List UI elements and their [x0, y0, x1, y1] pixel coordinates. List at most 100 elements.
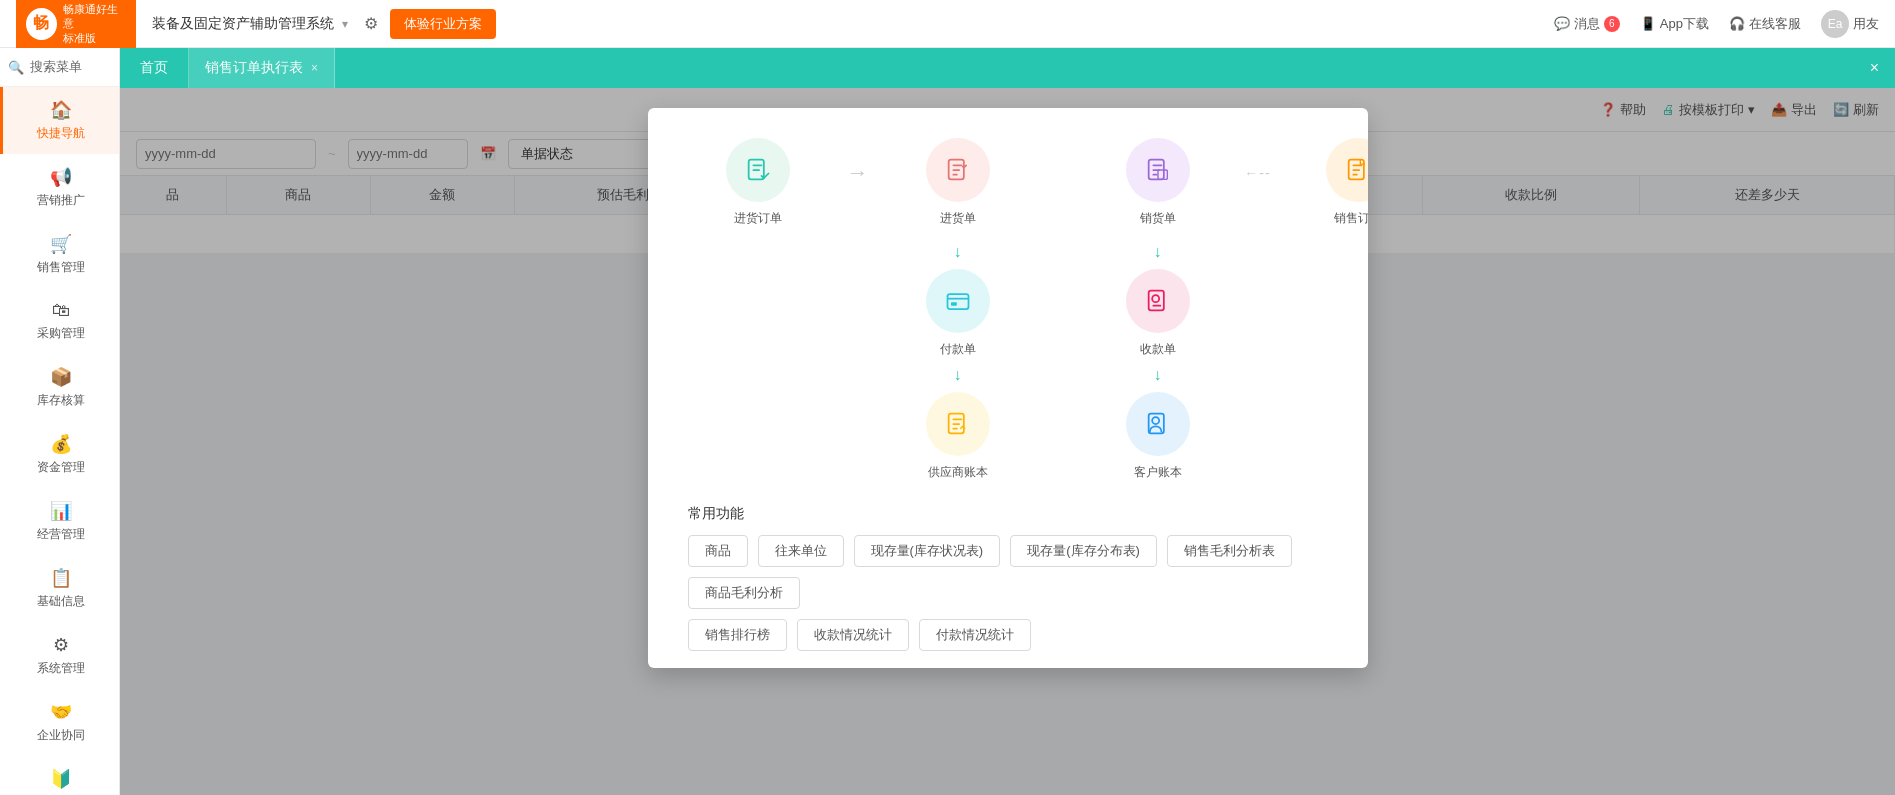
flow-item-supplier-account[interactable]: 供应商账本 — [888, 392, 1028, 481]
system-dropdown-icon[interactable]: ▾ — [342, 17, 348, 31]
message-badge: 6 — [1604, 16, 1620, 32]
main-layout: 🔍 搜索菜单 🏠 快捷导航 📢 营销推广 🛒 销售管理 🛍 采购管理 📦 库存核… — [0, 48, 1895, 795]
sidebar-item-quick-nav[interactable]: 🏠 快捷导航 — [0, 87, 119, 154]
arrow-po-to-pb: → — [828, 160, 888, 206]
basic-info-icon: 📋 — [50, 567, 72, 589]
top-header: 畅 畅康通好生意 标准版 装备及固定资产辅助管理系统 ▾ ⚙ 体验行业方案 💬 … — [0, 0, 1895, 48]
tab-close-icon[interactable]: × — [311, 61, 318, 75]
sidebar-item-inventory[interactable]: 📦 库存核算 — [0, 354, 119, 421]
app-download-button[interactable]: 📱 App下载 — [1640, 15, 1709, 33]
system-icon: ⚙ — [53, 634, 69, 656]
flow-item-purchase-order[interactable]: 进货订单 — [688, 138, 828, 227]
newbie-icon: 🔰 — [50, 768, 72, 790]
receipt-icon — [1126, 269, 1190, 333]
sidebar-item-sales[interactable]: 🛒 销售管理 — [0, 221, 119, 288]
app-download-icon: 📱 — [1640, 16, 1656, 31]
svg-rect-5 — [947, 294, 968, 309]
logo-area: 畅 畅康通好生意 标准版 — [16, 0, 136, 48]
sidebar-item-system[interactable]: ⚙ 系统管理 — [0, 622, 119, 689]
sales-order-label: 销售订单 — [1334, 210, 1368, 227]
sidebar-item-marketing[interactable]: 📢 营销推广 — [0, 154, 119, 221]
online-service-button[interactable]: 🎧 在线客服 — [1729, 15, 1801, 33]
modal-overlay[interactable]: 进货订单 → 进货单 — [120, 88, 1895, 795]
func-btn-3[interactable]: 现存量(库存分布表) — [1010, 535, 1157, 567]
sidebar-search[interactable]: 🔍 搜索菜单 — [0, 48, 119, 87]
tab-close-button[interactable]: × — [1870, 59, 1879, 77]
svg-rect-7 — [1148, 291, 1163, 311]
arrow-pay-down: ↓ — [888, 366, 1028, 384]
func-btn-7[interactable]: 收款情况统计 — [797, 619, 909, 651]
purchase-order-icon — [726, 138, 790, 202]
sales-icon: 🛒 — [50, 233, 72, 255]
common-functions: 常用功能 商品 往来单位 现存量(库存状况表) 现存量(库存分布表) 销售毛利分… — [688, 505, 1328, 651]
modal: 进货订单 → 进货单 — [648, 108, 1368, 668]
svg-point-11 — [1152, 417, 1159, 424]
customer-account-label: 客户账本 — [1134, 464, 1182, 481]
sidebar-item-purchase[interactable]: 🛍 采购管理 — [0, 288, 119, 354]
flow-item-payment[interactable]: 付款单 — [888, 269, 1028, 358]
sidebar-item-finance[interactable]: 💰 资金管理 — [0, 421, 119, 488]
purchase-icon: 🛍 — [52, 300, 70, 321]
purchase-bill-label: 进货单 — [940, 210, 976, 227]
message-button[interactable]: 💬 消息 6 — [1554, 15, 1620, 33]
system-title: 装备及固定资产辅助管理系统 ▾ ⚙ — [152, 14, 378, 33]
svg-rect-3 — [1158, 170, 1167, 179]
message-icon: 💬 — [1554, 16, 1570, 31]
payment-label: 付款单 — [940, 341, 976, 358]
sidebar: 🔍 搜索菜单 🏠 快捷导航 📢 营销推广 🛒 销售管理 🛍 采购管理 📦 库存核… — [0, 48, 120, 795]
marketing-icon: 📢 — [50, 166, 72, 188]
flow-item-sales-order[interactable]: 销售订单 — [1288, 138, 1368, 227]
finance-icon: 💰 — [50, 433, 72, 455]
flow-item-customer-account[interactable]: 客户账本 — [1088, 392, 1228, 481]
common-title: 常用功能 — [688, 505, 1328, 523]
avatar: Ea — [1821, 10, 1849, 38]
function-buttons: 商品 往来单位 现存量(库存状况表) 现存量(库存分布表) 销售毛利分析表 商品… — [688, 535, 1328, 609]
logo-text: 畅康通好生意 标准版 — [63, 2, 126, 45]
func-btn-5[interactable]: 商品毛利分析 — [688, 577, 800, 609]
sidebar-item-newbie[interactable]: 🔰 新手引导 — [0, 756, 119, 795]
modal-content: 进货订单 → 进货单 — [648, 108, 1368, 668]
logo-icon: 畅 — [26, 8, 57, 40]
supplier-account-icon — [926, 392, 990, 456]
sidebar-item-enterprise[interactable]: 🤝 企业协同 — [0, 689, 119, 756]
content-area: 首页 销售订单执行表 × × ❓ 帮助 🖨 按模板打印 ▾ — [120, 48, 1895, 795]
tab-sales-order[interactable]: 销售订单执行表 × — [189, 48, 335, 88]
purchase-order-label: 进货订单 — [734, 210, 782, 227]
receipt-label: 收款单 — [1140, 341, 1176, 358]
svg-rect-6 — [951, 302, 957, 306]
svg-point-8 — [1152, 295, 1159, 302]
user-menu[interactable]: Ea 用友 — [1821, 10, 1879, 38]
func-btn-0[interactable]: 商品 — [688, 535, 748, 567]
arrow-sb-down: ↓ — [1088, 243, 1228, 261]
spacer1 — [1028, 173, 1088, 193]
sidebar-item-operations[interactable]: 📊 经营管理 — [0, 488, 119, 555]
func-btn-2[interactable]: 现存量(库存状况表) — [854, 535, 1001, 567]
settings-icon[interactable]: ⚙ — [364, 14, 378, 33]
tab-home[interactable]: 首页 — [120, 48, 189, 88]
function-buttons-row2: 销售排行榜 收款情况统计 付款情况统计 — [688, 619, 1328, 651]
customer-account-icon — [1126, 392, 1190, 456]
tab-bar: 首页 销售订单执行表 × × — [120, 48, 1895, 88]
headset-icon: 🎧 — [1729, 16, 1745, 31]
func-btn-4[interactable]: 销售毛利分析表 — [1167, 535, 1292, 567]
flow-item-receipt[interactable]: 收款单 — [1088, 269, 1228, 358]
func-btn-6[interactable]: 销售排行榜 — [688, 619, 787, 651]
sales-order-icon — [1326, 138, 1368, 202]
inventory-icon: 📦 — [50, 366, 72, 388]
search-icon: 🔍 — [8, 60, 24, 75]
sidebar-item-basic-info[interactable]: 📋 基础信息 — [0, 555, 119, 622]
sales-bill-icon — [1126, 138, 1190, 202]
flow-item-sales-bill[interactable]: 销货单 — [1088, 138, 1228, 227]
trial-button[interactable]: 体验行业方案 — [390, 9, 496, 39]
func-btn-1[interactable]: 往来单位 — [758, 535, 844, 567]
arrow-rec-down: ↓ — [1088, 366, 1228, 384]
operations-icon: 📊 — [50, 500, 72, 522]
page-content: ❓ 帮助 🖨 按模板打印 ▾ 📤 导出 🔄 刷新 — [120, 88, 1895, 795]
flow-item-purchase-bill[interactable]: 进货单 — [888, 138, 1028, 227]
arrow-so-to-sb: ←-- — [1228, 165, 1288, 201]
func-btn-8[interactable]: 付款情况统计 — [919, 619, 1031, 651]
arrow-pb-down: ↓ — [888, 243, 1028, 261]
quick-nav-icon: 🏠 — [50, 99, 72, 121]
payment-icon — [926, 269, 990, 333]
header-right: 💬 消息 6 📱 App下载 🎧 在线客服 Ea 用友 — [1554, 10, 1879, 38]
